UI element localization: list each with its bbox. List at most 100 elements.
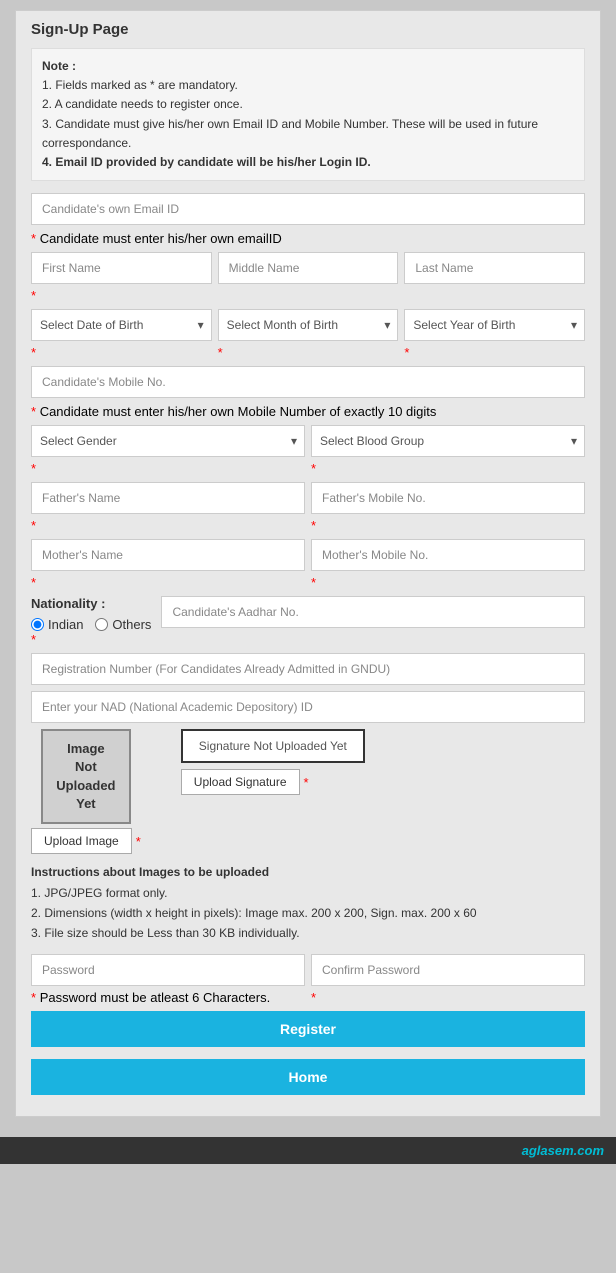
password-col — [31, 954, 305, 986]
signature-upload-box: Signature Not Uploaded Yet Upload Signat… — [181, 729, 365, 795]
image-upload-box: ImageNotUploadedYet Upload Image * — [31, 729, 141, 854]
password-input[interactable] — [31, 954, 305, 986]
note-label: Note : — [42, 59, 76, 73]
gender-stars-row: * * — [31, 461, 585, 476]
note-line-2: 2. A candidate needs to register once. — [42, 97, 243, 111]
mobile-required-star: * — [31, 404, 36, 419]
confirm-password-col — [311, 954, 585, 986]
upload-signature-button[interactable]: Upload Signature — [181, 769, 300, 795]
father-mobile-col — [311, 482, 585, 514]
registration-row — [31, 653, 585, 685]
nationality-radio-group: Indian Others — [31, 611, 151, 632]
radio-indian[interactable] — [31, 618, 44, 631]
middle-name-input[interactable] — [218, 252, 399, 284]
radio-others-text: Others — [112, 617, 151, 632]
note-line-3: 3. Candidate must give his/her own Email… — [42, 117, 538, 150]
nationality-left: Nationality : Indian Others * — [31, 596, 151, 647]
registration-input[interactable] — [31, 653, 585, 685]
image-section: ImageNotUploadedYet Upload Image * Signa… — [31, 729, 585, 854]
note-line-4: 4. Email ID provided by candidate will b… — [42, 155, 371, 169]
aadhar-input[interactable] — [161, 596, 585, 628]
home-row: Home — [31, 1059, 585, 1095]
mother-name-input[interactable] — [31, 539, 305, 571]
home-button[interactable]: Home — [31, 1059, 585, 1095]
first-name-col — [31, 252, 212, 284]
dob-month-select[interactable]: Select Month of Birth — [218, 309, 399, 341]
mobile-note-text: Candidate must enter his/her own Mobile … — [40, 404, 437, 419]
gender-select-wrapper: Select Gender Male Female Other — [31, 425, 305, 457]
dob-stars-row: * * * — [31, 345, 585, 360]
radio-indian-text: Indian — [48, 617, 83, 632]
mother-row — [31, 539, 585, 571]
dob-year-col: Select Year of Birth — [404, 309, 585, 341]
radio-others[interactable] — [95, 618, 108, 631]
aadhar-col — [161, 596, 585, 628]
register-row: Register — [31, 1011, 585, 1053]
mother-stars-row: * * — [31, 575, 585, 590]
email-row — [31, 193, 585, 225]
father-name-col — [31, 482, 305, 514]
blood-group-select[interactable]: Select Blood Group A+A- B+B- O+O- AB+AB- — [311, 425, 585, 457]
nationality-label: Nationality : — [31, 590, 105, 611]
gender-select[interactable]: Select Gender Male Female Other — [31, 425, 305, 457]
gender-blood-row: Select Gender Male Female Other Select B… — [31, 425, 585, 457]
confirm-password-star: * — [311, 990, 316, 1005]
father-stars-row: * * — [31, 518, 585, 533]
nationality-star: * — [31, 632, 36, 647]
password-stars-row: * Password must be atleast 6 Characters.… — [31, 990, 585, 1005]
note-box: Note : 1. Fields marked as * are mandato… — [31, 48, 585, 181]
instruction-3: 3. File size should be Less than 30 KB i… — [31, 923, 585, 943]
dob-year-select[interactable]: Select Year of Birth — [404, 309, 585, 341]
name-required-star: * — [31, 288, 36, 303]
dob-date-select[interactable]: Select Date of Birth — [31, 309, 212, 341]
instruction-2: 2. Dimensions (width x height in pixels)… — [31, 903, 585, 923]
dob-date-col: Select Date of Birth — [31, 309, 212, 341]
dob-star-1: * — [31, 345, 212, 360]
father-name-input[interactable] — [31, 482, 305, 514]
email-required-star: * — [31, 231, 36, 246]
dob-month-col: Select Month of Birth — [218, 309, 399, 341]
page-title: Sign-Up Page — [31, 21, 585, 38]
footer-text: aglasem.com — [522, 1143, 604, 1158]
instructions-box: Instructions about Images to be uploaded… — [31, 862, 585, 944]
signature-placeholder: Signature Not Uploaded Yet — [181, 729, 365, 763]
father-row — [31, 482, 585, 514]
register-button[interactable]: Register — [31, 1011, 585, 1047]
last-name-col — [404, 252, 585, 284]
father-mobile-input[interactable] — [311, 482, 585, 514]
password-row — [31, 954, 585, 986]
mobile-note-row: * Candidate must enter his/her own Mobil… — [31, 404, 585, 419]
password-note: Password must be atleast 6 Characters. — [40, 990, 271, 1005]
dob-star-2: * — [218, 345, 399, 360]
nad-row — [31, 691, 585, 723]
note-line-1: 1. Fields marked as * are mandatory. — [42, 78, 238, 92]
footer-bar: aglasem.com — [0, 1137, 616, 1164]
gender-col: Select Gender Male Female Other — [31, 425, 305, 457]
confirm-password-input[interactable] — [311, 954, 585, 986]
mother-name-col — [31, 539, 305, 571]
last-name-input[interactable] — [404, 252, 585, 284]
blood-group-select-wrapper: Select Blood Group A+A- B+B- O+O- AB+AB- — [311, 425, 585, 457]
blood-group-col: Select Blood Group A+A- B+B- O+O- AB+AB- — [311, 425, 585, 457]
mother-mobile-col — [311, 539, 585, 571]
middle-name-col — [218, 252, 399, 284]
mother-mobile-input[interactable] — [311, 539, 585, 571]
email-note-text: Candidate must enter his/her own emailID — [40, 231, 282, 246]
dob-star-3: * — [404, 345, 585, 360]
upload-signature-star: * — [304, 775, 309, 790]
nad-input[interactable] — [31, 691, 585, 723]
first-name-input[interactable] — [31, 252, 212, 284]
password-star: * — [31, 990, 36, 1005]
nationality-row: Nationality : Indian Others * — [31, 596, 585, 647]
radio-others-label[interactable]: Others — [95, 617, 151, 632]
mobile-input[interactable] — [31, 366, 585, 398]
instruction-1: 1. JPG/JPEG format only. — [31, 883, 585, 903]
radio-indian-label[interactable]: Indian — [31, 617, 83, 632]
dob-row: Select Date of Birth Select Month of Bir… — [31, 309, 585, 341]
dob-year-select-wrapper: Select Year of Birth — [404, 309, 585, 341]
email-input[interactable] — [31, 193, 585, 225]
upload-image-button[interactable]: Upload Image — [31, 828, 132, 854]
name-star-row: * — [31, 288, 585, 303]
upload-image-star: * — [136, 834, 141, 849]
instructions-title: Instructions about Images to be uploaded — [31, 862, 585, 882]
